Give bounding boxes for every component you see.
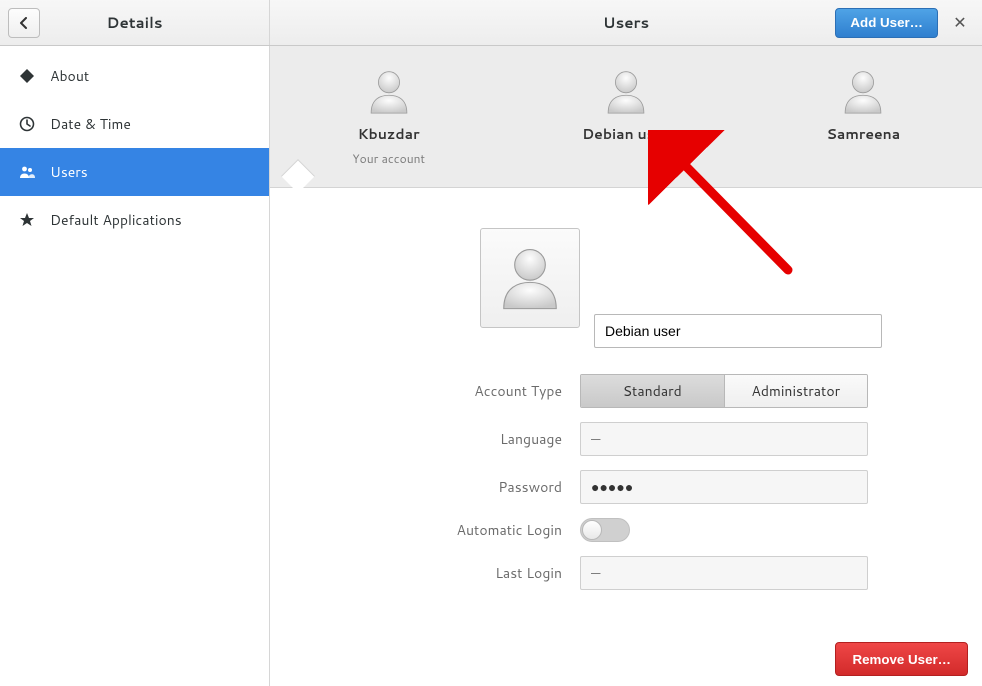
sidebar-item-datetime[interactable]: Date & Time [0, 100, 269, 148]
account-type-segmented: Standard Administrator [580, 374, 868, 408]
clock-icon [18, 115, 36, 133]
user-tile-name: Samreena [826, 124, 900, 144]
form-area: Account Type Standard Administrator Lang… [270, 188, 982, 686]
label-last-login: Last Login [310, 563, 580, 583]
sidebar-item-label: Users [50, 162, 88, 182]
label-password: Password [310, 477, 580, 497]
user-tile-1[interactable]: Debian user [566, 66, 686, 150]
titlebar-left: Details [0, 0, 270, 45]
last-login-field[interactable]: — [580, 556, 868, 590]
language-value: — [591, 429, 600, 449]
users-strip: Kbuzdar Your account Debian user Samreen… [270, 46, 982, 188]
language-field[interactable]: — [580, 422, 868, 456]
remove-user-button[interactable]: Remove User… [835, 642, 968, 676]
toggle-knob [582, 520, 602, 540]
label-automatic-login: Automatic Login [310, 520, 580, 540]
user-tile-name: Kbuzdar [358, 124, 420, 144]
label-account-type: Account Type [310, 381, 580, 401]
sidebar: About Date & Time Users Default Applicat… [0, 46, 270, 686]
label-language: Language [310, 429, 580, 449]
sidebar-item-default-apps[interactable]: Default Applications [0, 196, 269, 244]
sidebar-item-label: Default Applications [50, 210, 182, 230]
avatar-icon [363, 66, 415, 118]
star-icon [18, 211, 36, 229]
account-type-administrator[interactable]: Administrator [725, 375, 868, 407]
users-icon [18, 163, 36, 181]
sidebar-item-users[interactable]: Users [0, 148, 269, 196]
password-value: ●●●●● [591, 477, 633, 497]
titlebar: Details Users Add User… ✕ [0, 0, 982, 46]
body: About Date & Time Users Default Applicat… [0, 46, 982, 686]
sidebar-item-label: Date & Time [50, 114, 131, 134]
titlebar-right: Users Add User… ✕ [270, 0, 982, 45]
full-name-input[interactable] [594, 314, 882, 348]
back-button[interactable] [8, 8, 40, 38]
password-field[interactable]: ●●●●● [580, 470, 868, 504]
plus-icon [18, 67, 36, 85]
user-tile-0[interactable]: Kbuzdar Your account [329, 66, 449, 167]
user-tile-name: Debian user [582, 124, 670, 144]
user-tile-subtitle: Your account [352, 150, 425, 167]
content: Kbuzdar Your account Debian user Samreen… [270, 46, 982, 686]
close-button[interactable]: ✕ [948, 11, 972, 35]
automatic-login-toggle[interactable] [580, 518, 630, 542]
avatar-picker[interactable] [480, 228, 580, 328]
titlebar-left-title: Details [0, 12, 269, 33]
user-tile-2[interactable]: Samreena [803, 66, 923, 150]
avatar-icon [837, 66, 889, 118]
sidebar-item-label: About [50, 66, 89, 86]
account-type-standard[interactable]: Standard [581, 375, 725, 407]
chevron-left-icon [19, 17, 29, 29]
last-login-value: — [591, 563, 600, 583]
avatar-icon [495, 243, 565, 313]
sidebar-item-about[interactable]: About [0, 52, 269, 100]
add-user-button[interactable]: Add User… [835, 8, 938, 38]
avatar-icon [600, 66, 652, 118]
avatar-name-row [310, 228, 942, 348]
close-icon: ✕ [953, 11, 966, 34]
